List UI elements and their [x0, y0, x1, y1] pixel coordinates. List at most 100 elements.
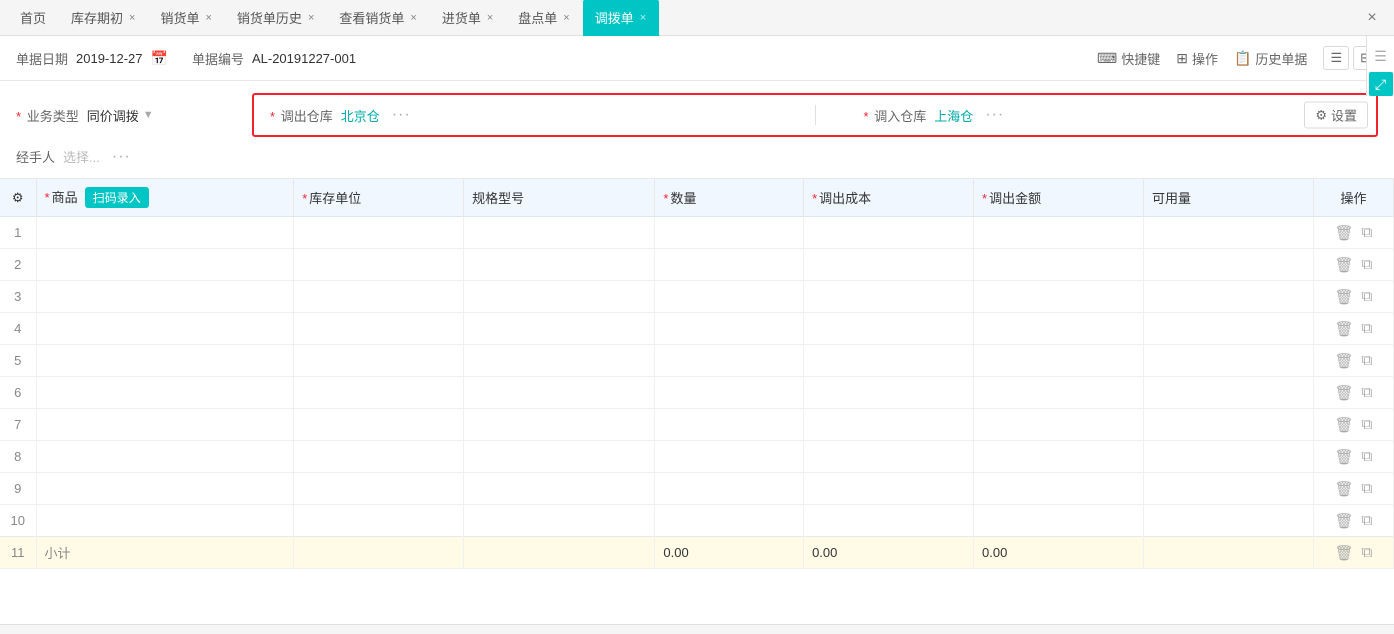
- copy-icon[interactable]: ⧉: [1362, 320, 1373, 338]
- amount-cell-2[interactable]: [974, 249, 1144, 281]
- cost-cell-3[interactable]: [804, 281, 974, 313]
- delete-icon[interactable]: 🗑: [1335, 256, 1354, 274]
- copy-icon[interactable]: ⧉: [1362, 224, 1373, 242]
- person-select[interactable]: 选择...: [63, 147, 100, 166]
- spec-cell-8[interactable]: [464, 441, 655, 473]
- person-more-btn[interactable]: ···: [108, 148, 135, 166]
- unit-cell-3[interactable]: [294, 281, 464, 313]
- product-cell-7[interactable]: [36, 409, 294, 441]
- cost-cell-9[interactable]: [804, 473, 974, 505]
- spec-cell-6[interactable]: [464, 377, 655, 409]
- qty-cell-6[interactable]: [655, 377, 804, 409]
- amount-cell-4[interactable]: [974, 313, 1144, 345]
- copy-icon[interactable]: ⧉: [1362, 512, 1373, 530]
- th-gear[interactable]: ⚙: [0, 179, 36, 217]
- qty-cell-8[interactable]: [655, 441, 804, 473]
- close-sales-history[interactable]: ×: [308, 12, 314, 24]
- product-cell-6[interactable]: [36, 377, 294, 409]
- spec-cell-3[interactable]: [464, 281, 655, 313]
- copy-icon[interactable]: ⧉: [1362, 544, 1373, 562]
- tab-view-sales[interactable]: 查看销货单 ×: [327, 0, 429, 36]
- qty-cell-9[interactable]: [655, 473, 804, 505]
- qty-cell-4[interactable]: [655, 313, 804, 345]
- scrollbar[interactable]: [0, 624, 1394, 634]
- delete-icon[interactable]: 🗑: [1335, 320, 1354, 338]
- cost-cell-7[interactable]: [804, 409, 974, 441]
- delete-icon[interactable]: 🗑: [1335, 448, 1354, 466]
- spec-cell-5[interactable]: [464, 345, 655, 377]
- copy-icon[interactable]: ⧉: [1362, 480, 1373, 498]
- amount-cell-8[interactable]: [974, 441, 1144, 473]
- delete-icon[interactable]: 🗑: [1335, 416, 1354, 434]
- spec-cell-10[interactable]: [464, 505, 655, 537]
- product-cell-5[interactable]: [36, 345, 294, 377]
- unit-cell-7[interactable]: [294, 409, 464, 441]
- delete-icon[interactable]: 🗑: [1335, 544, 1354, 562]
- close-sales-order[interactable]: ×: [205, 12, 211, 24]
- unit-cell-1[interactable]: [294, 217, 464, 249]
- tab-home[interactable]: 首页: [8, 0, 59, 36]
- avail-cell-3[interactable]: [1143, 281, 1313, 313]
- layout-btn-list[interactable]: ☰: [1323, 46, 1349, 70]
- business-type-select[interactable]: 同价调拨 ▼: [87, 106, 154, 125]
- delete-icon[interactable]: 🗑: [1335, 384, 1354, 402]
- close-view-sales[interactable]: ×: [410, 12, 416, 24]
- qty-cell-3[interactable]: [655, 281, 804, 313]
- gear-header-icon[interactable]: ⚙: [12, 190, 24, 205]
- cost-cell-10[interactable]: [804, 505, 974, 537]
- unit-cell-4[interactable]: [294, 313, 464, 345]
- tab-inventory-count[interactable]: 盘点单 ×: [506, 0, 582, 36]
- transfer-in-more-btn[interactable]: ···: [981, 106, 1008, 124]
- avail-cell-4[interactable]: [1143, 313, 1313, 345]
- spec-cell-4[interactable]: [464, 313, 655, 345]
- product-cell-1[interactable]: [36, 217, 294, 249]
- product-cell-3[interactable]: [36, 281, 294, 313]
- amount-cell-7[interactable]: [974, 409, 1144, 441]
- tab-sales-order[interactable]: 销货单 ×: [148, 0, 224, 36]
- amount-cell-10[interactable]: [974, 505, 1144, 537]
- avail-cell-9[interactable]: [1143, 473, 1313, 505]
- delete-icon[interactable]: 🗑: [1335, 288, 1354, 306]
- delete-icon[interactable]: 🗑: [1335, 512, 1354, 530]
- unit-cell-10[interactable]: [294, 505, 464, 537]
- copy-icon[interactable]: ⧉: [1362, 448, 1373, 466]
- qty-cell-5[interactable]: [655, 345, 804, 377]
- qty-cell-2[interactable]: [655, 249, 804, 281]
- settings-button[interactable]: ⚙ 设置: [1304, 102, 1368, 129]
- avail-cell-2[interactable]: [1143, 249, 1313, 281]
- product-cell-2[interactable]: [36, 249, 294, 281]
- tab-inventory-init[interactable]: 库存期初 ×: [59, 0, 148, 36]
- avail-cell-7[interactable]: [1143, 409, 1313, 441]
- unit-cell-8[interactable]: [294, 441, 464, 473]
- spec-cell-1[interactable]: [464, 217, 655, 249]
- delete-icon[interactable]: 🗑: [1335, 480, 1354, 498]
- product-cell-8[interactable]: [36, 441, 294, 473]
- amount-cell-3[interactable]: [974, 281, 1144, 313]
- close-all-tabs[interactable]: ×: [1358, 4, 1386, 32]
- avail-cell-10[interactable]: [1143, 505, 1313, 537]
- close-inventory-init[interactable]: ×: [129, 12, 135, 24]
- close-transfer-order[interactable]: ×: [640, 12, 646, 24]
- calendar-icon[interactable]: 📅: [151, 50, 168, 67]
- copy-icon[interactable]: ⧉: [1362, 256, 1373, 274]
- spec-cell-7[interactable]: [464, 409, 655, 441]
- cost-cell-2[interactable]: [804, 249, 974, 281]
- cost-cell-6[interactable]: [804, 377, 974, 409]
- unit-cell-2[interactable]: [294, 249, 464, 281]
- qty-cell-7[interactable]: [655, 409, 804, 441]
- spec-cell-9[interactable]: [464, 473, 655, 505]
- unit-cell-5[interactable]: [294, 345, 464, 377]
- delete-icon[interactable]: 🗑: [1335, 352, 1354, 370]
- amount-cell-9[interactable]: [974, 473, 1144, 505]
- copy-icon[interactable]: ⧉: [1362, 416, 1373, 434]
- avail-cell-6[interactable]: [1143, 377, 1313, 409]
- amount-cell-5[interactable]: [974, 345, 1144, 377]
- shortcuts-btn[interactable]: ⌨ 快捷键: [1097, 49, 1160, 68]
- amount-cell-6[interactable]: [974, 377, 1144, 409]
- spec-cell-2[interactable]: [464, 249, 655, 281]
- scan-enter-btn[interactable]: 扫码录入: [85, 187, 149, 208]
- cost-cell-5[interactable]: [804, 345, 974, 377]
- cost-cell-8[interactable]: [804, 441, 974, 473]
- close-purchase-order[interactable]: ×: [487, 12, 493, 24]
- avail-cell-1[interactable]: [1143, 217, 1313, 249]
